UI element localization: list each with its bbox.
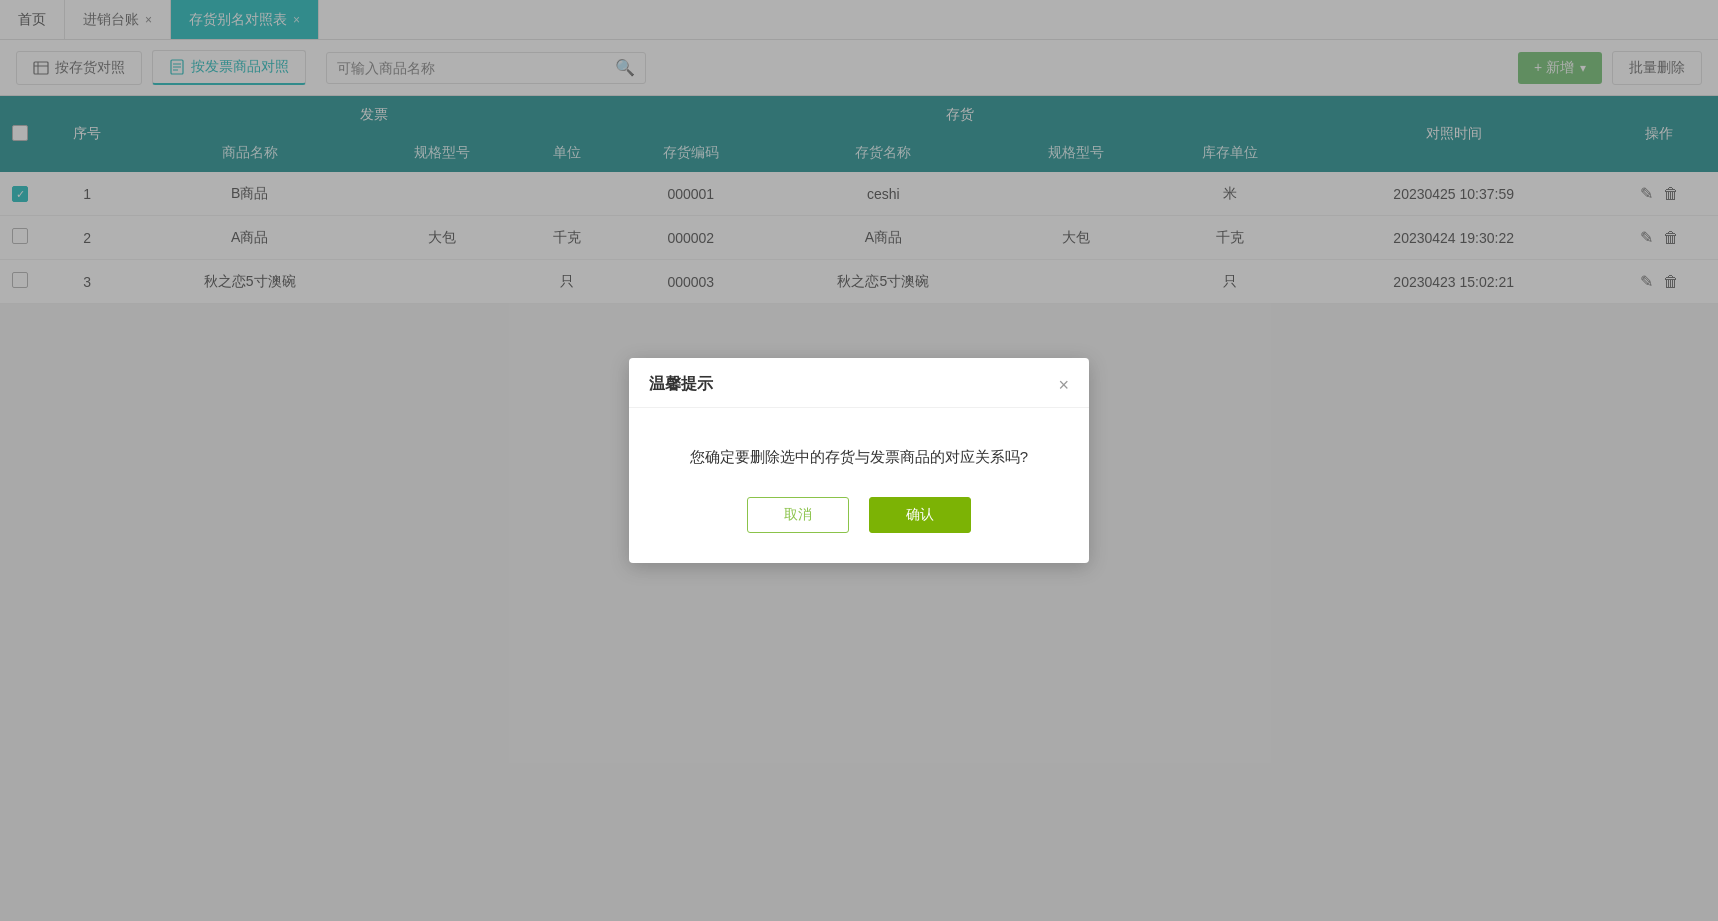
modal-overlay: 温馨提示 × 您确定要删除选中的存货与发票商品的对应关系吗? 取消 确认 — [0, 0, 1718, 304]
